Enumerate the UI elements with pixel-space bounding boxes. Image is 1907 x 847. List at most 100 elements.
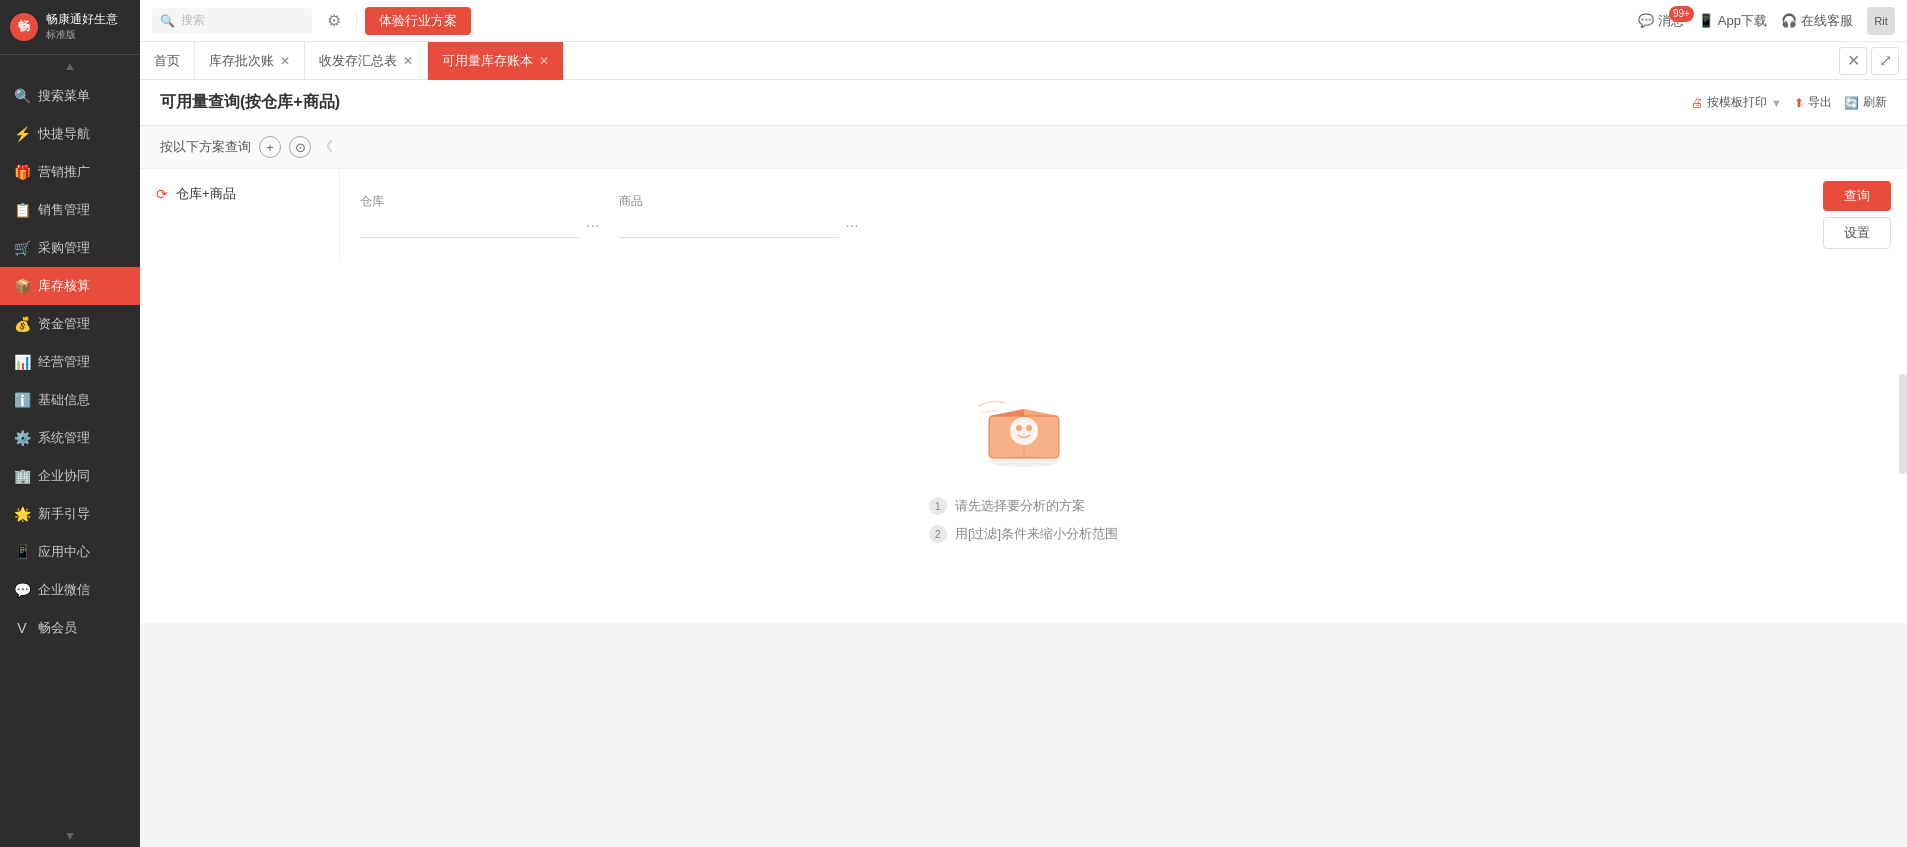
hint-num-1: 1	[929, 497, 947, 515]
message-button[interactable]: 💬 消息 99+	[1638, 12, 1684, 30]
page-title: 可用量查询(按仓库+商品)	[160, 92, 340, 113]
sidebar-subtitle: 标准版	[46, 28, 118, 42]
filter-product: 商品 ···	[619, 193, 858, 238]
sidebar-icon-shortcut: ⚡	[14, 126, 30, 142]
sidebar-label-shortcut: 快捷导航	[38, 125, 90, 143]
sidebar-icon-appstore: 📱	[14, 544, 30, 560]
print-label: 按模板打印	[1707, 94, 1767, 111]
headset-icon: 🎧	[1781, 13, 1797, 28]
svg-point-5	[1016, 425, 1022, 431]
hint-item-2: 2 用[过滤]条件来缩小分析范围	[929, 525, 1118, 543]
tab-home[interactable]: 首页	[140, 42, 195, 80]
tab-close-batch[interactable]: ✕	[280, 54, 290, 68]
chevron-down-icon[interactable]: ▼	[1771, 97, 1782, 109]
tabs-actions: ✕ ⤢	[1839, 47, 1907, 75]
scheme-item[interactable]: ⟳ 仓库+商品	[140, 177, 339, 211]
sidebar-item-appstore[interactable]: 📱 应用中心	[0, 533, 140, 571]
main-wrapper: 🔍 搜索 ⚙ 体验行业方案 💬 消息 99+ 📱 App下载 🎧 在线客服 Ri…	[140, 0, 1907, 847]
sidebar-label-finance: 资金管理	[38, 315, 90, 333]
query-header-label: 按以下方案查询	[160, 138, 251, 156]
sidebar-icon-sales: 📋	[14, 202, 30, 218]
sidebar-label-appstore: 应用中心	[38, 543, 90, 561]
sidebar-icon-member: V	[14, 620, 30, 636]
hint-text-1: 请先选择要分析的方案	[955, 497, 1085, 515]
print-button[interactable]: 🖨 按模板打印 ▼	[1691, 94, 1782, 111]
sidebar-brand: 畅康通好生意 标准版	[46, 12, 118, 42]
sidebar-item-sales[interactable]: 📋 销售管理	[0, 191, 140, 229]
query-actions: 查询 设置	[1807, 169, 1907, 261]
query-section: 按以下方案查询 + ⊙ 《 ⟳ 仓库+商品 仓库	[140, 126, 1907, 261]
settings-icon[interactable]: ⚙	[320, 7, 348, 35]
warehouse-dots-button[interactable]: ···	[586, 217, 599, 235]
export-icon: ⬆	[1794, 96, 1804, 110]
product-dots-button[interactable]: ···	[845, 217, 858, 235]
topbar-search-box[interactable]: 🔍 搜索	[152, 8, 312, 33]
refresh-button[interactable]: 🔄 刷新	[1844, 94, 1887, 111]
warehouse-input[interactable]	[360, 214, 580, 238]
sidebar-item-inventory[interactable]: 📦 库存核算	[0, 267, 140, 305]
hint-text-2: 用[过滤]条件来缩小分析范围	[955, 525, 1118, 543]
refresh-label: 刷新	[1863, 94, 1887, 111]
sidebar-item-purchase[interactable]: 🛒 采购管理	[0, 229, 140, 267]
sidebar-label-marketing: 营销推广	[38, 163, 90, 181]
empty-icon-area	[964, 361, 1084, 481]
sidebar-item-marketing[interactable]: 🎁 营销推广	[0, 153, 140, 191]
sidebar-scroll-down[interactable]: ▼	[0, 825, 140, 847]
product-input-row: ···	[619, 214, 858, 238]
tab-label-home: 首页	[154, 52, 180, 70]
online-service-button[interactable]: 🎧 在线客服	[1781, 12, 1853, 30]
scheme-settings-button[interactable]: ⊙	[289, 136, 311, 158]
empty-box-icon	[974, 371, 1074, 471]
sidebar-logo: 畅	[10, 13, 38, 41]
export-button[interactable]: ⬆ 导出	[1794, 94, 1832, 111]
sidebar: 畅 畅康通好生意 标准版 ▲ 🔍 搜索菜单 ⚡ 快捷导航 🎁 营销推广 📋 销售…	[0, 0, 140, 847]
right-scrollbar[interactable]	[1899, 374, 1907, 474]
search-placeholder: 搜索	[181, 12, 205, 29]
export-label: 导出	[1808, 94, 1832, 111]
sidebar-item-basic[interactable]: ℹ️ 基础信息	[0, 381, 140, 419]
industry-solution-button[interactable]: 体验行业方案	[365, 7, 471, 35]
sidebar-item-operations[interactable]: 📊 经营管理	[0, 343, 140, 381]
warehouse-label: 仓库	[360, 193, 599, 210]
app-download-button[interactable]: 📱 App下载	[1698, 12, 1767, 30]
sidebar-icon-inventory: 📦	[14, 278, 30, 294]
tab-available[interactable]: 可用量库存账本✕	[428, 42, 564, 80]
search-icon: 🔍	[160, 14, 175, 28]
tab-expand-button[interactable]: ⤢	[1871, 47, 1899, 75]
sidebar-label-operations: 经营管理	[38, 353, 90, 371]
page-header: 可用量查询(按仓库+商品) 🖨 按模板打印 ▼ ⬆ 导出 🔄 刷新	[140, 80, 1907, 126]
sidebar-label-purchase: 采购管理	[38, 239, 90, 257]
add-scheme-button[interactable]: +	[259, 136, 281, 158]
sidebar-item-shortcut[interactable]: ⚡ 快捷导航	[0, 115, 140, 153]
tab-summary[interactable]: 收发存汇总表✕	[305, 42, 428, 80]
product-input[interactable]	[619, 214, 839, 238]
sidebar-item-member[interactable]: V 畅会员	[0, 609, 140, 647]
tab-close-button[interactable]: ✕	[1839, 47, 1867, 75]
sidebar-label-system: 系统管理	[38, 429, 90, 447]
tab-close-available[interactable]: ✕	[539, 54, 549, 68]
query-button[interactable]: 查询	[1823, 181, 1891, 211]
hint-num-2: 2	[929, 525, 947, 543]
tab-close-summary[interactable]: ✕	[403, 54, 413, 68]
sidebar-item-system[interactable]: ⚙️ 系统管理	[0, 419, 140, 457]
sidebar-item-search[interactable]: 🔍 搜索菜单	[0, 77, 140, 115]
settings-button[interactable]: 设置	[1823, 217, 1891, 249]
page-header-actions: 🖨 按模板打印 ▼ ⬆ 导出 🔄 刷新	[1691, 94, 1887, 111]
sidebar-label-basic: 基础信息	[38, 391, 90, 409]
query-body: ⟳ 仓库+商品 仓库 ··· 商品	[140, 169, 1907, 261]
sidebar-item-finance[interactable]: 💰 资金管理	[0, 305, 140, 343]
sidebar-icon-search: 🔍	[14, 88, 30, 104]
sidebar-scroll-up[interactable]: ▲	[0, 55, 140, 77]
sidebar-icon-finance: 💰	[14, 316, 30, 332]
tab-batch[interactable]: 库存批次账 ✕	[195, 42, 305, 80]
online-service-label: 在线客服	[1801, 12, 1853, 30]
sidebar-item-newbie[interactable]: 🌟 新手引导	[0, 495, 140, 533]
user-avatar[interactable]: Rit	[1867, 7, 1895, 35]
sidebar-label-wechat: 企业微信	[38, 581, 90, 599]
tab-label-batch: 库存批次账	[209, 52, 274, 70]
query-schemes: ⟳ 仓库+商品	[140, 169, 340, 261]
sidebar-item-wechat[interactable]: 💬 企业微信	[0, 571, 140, 609]
scheme-label: 仓库+商品	[176, 185, 236, 203]
sidebar-item-enterprise[interactable]: 🏢 企业协同	[0, 457, 140, 495]
collapse-button[interactable]: 《	[319, 138, 333, 156]
